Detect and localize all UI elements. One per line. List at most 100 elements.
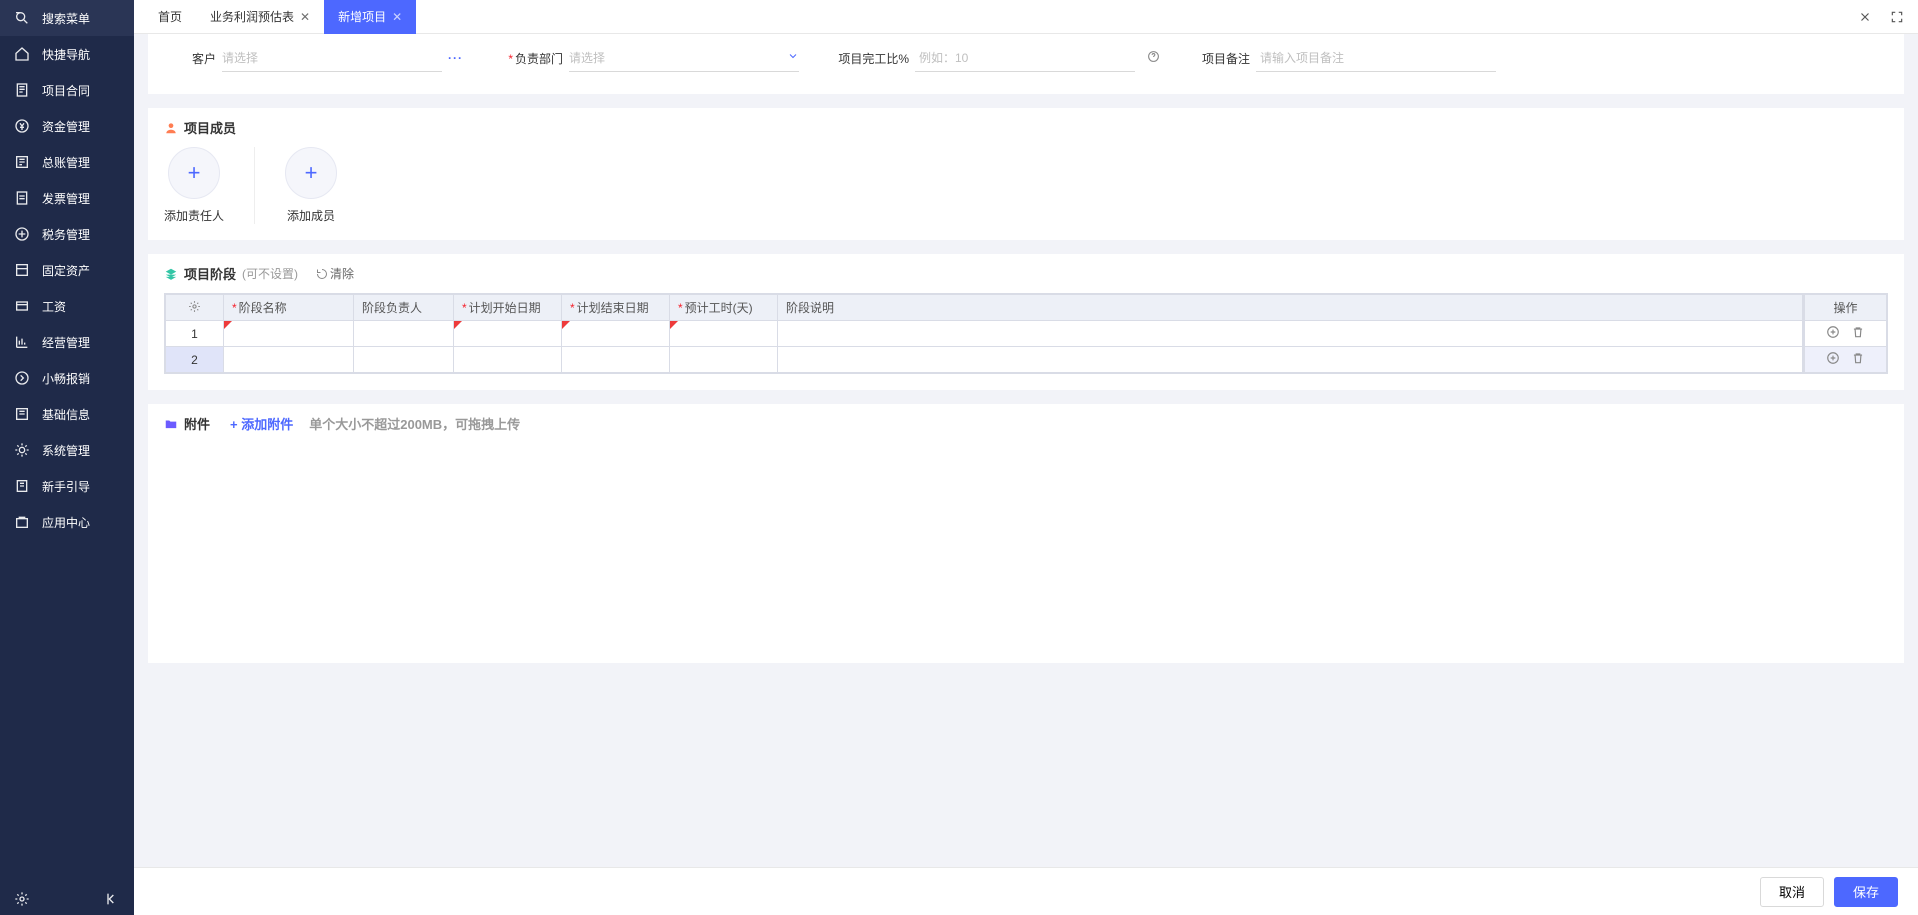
remark-input[interactable] (1256, 44, 1496, 72)
add-row-icon[interactable] (1826, 351, 1841, 366)
sidebar-item-project-contract[interactable]: 项目合同 (0, 72, 134, 108)
delete-row-icon[interactable] (1850, 325, 1865, 340)
doc-icon (14, 82, 30, 98)
field-label: 客户 (164, 50, 216, 67)
add-owner: + 添加责任人 (164, 147, 224, 224)
app-icon (14, 514, 30, 530)
phase-grid: *阶段名称 阶段负责人 *计划开始日期 *计划结束日期 *预计工时(天) 阶段说… (164, 293, 1888, 374)
cancel-button[interactable]: 取消 (1760, 877, 1824, 907)
cell-desc[interactable] (778, 347, 1803, 373)
add-owner-label: 添加责任人 (164, 207, 224, 224)
cell-phase-name[interactable] (224, 321, 354, 347)
sidebar-item-label: 应用中心 (42, 514, 90, 531)
sidebar-item-salary[interactable]: 工资 (0, 288, 134, 324)
cell-desc[interactable] (778, 321, 1803, 347)
sidebar-item-basicinfo[interactable]: 基础信息 (0, 396, 134, 432)
cell-start-date[interactable] (454, 321, 562, 347)
close-icon[interactable]: ✕ (300, 0, 310, 34)
field-label: 项目完工比% (829, 50, 909, 67)
system-icon (14, 442, 30, 458)
close-icon[interactable]: ✕ (392, 0, 402, 34)
table-row (1805, 321, 1887, 347)
sidebar-item-label: 基础信息 (42, 406, 90, 423)
tab-home[interactable]: 首页 (144, 0, 196, 34)
sidebar-item-appcenter[interactable]: 应用中心 (0, 504, 134, 540)
section-title-text: 项目成员 (184, 118, 236, 137)
salary-icon (14, 298, 30, 314)
cell-days[interactable] (670, 347, 778, 373)
phase-ops-table: 操作 (1804, 294, 1887, 373)
attachment-panel: 附件 + 添加附件 单个大小不超过200MB，可拖拽上传 (148, 404, 1904, 663)
sidebar-item-system[interactable]: 系统管理 (0, 432, 134, 468)
sidebar-item-label: 固定资产 (42, 262, 90, 279)
tab-label: 首页 (158, 0, 182, 34)
sidebar-item-label: 快捷导航 (42, 46, 90, 63)
sidebar-item-reimburse[interactable]: 小畅报销 (0, 360, 134, 396)
dept-select[interactable]: 请选择 (569, 44, 799, 72)
field-dept: *负责部门 请选择 (493, 44, 799, 72)
sidebar: 搜索菜单 快捷导航 项目合同 资金管理 总账管理 发票管理 税务管理 固定资产 (0, 0, 134, 915)
th-desc: 阶段说明 (778, 295, 1803, 321)
add-attachment-button[interactable]: + 添加附件 (230, 414, 293, 433)
select-placeholder: 请选择 (569, 49, 605, 66)
chart-icon (14, 334, 30, 350)
add-owner-button[interactable]: + (168, 147, 220, 199)
cell-phase-owner[interactable] (354, 321, 454, 347)
sidebar-item-quicknav[interactable]: 快捷导航 (0, 36, 134, 72)
th-phase-owner: 阶段负责人 (354, 295, 454, 321)
close-all-icon[interactable] (1852, 4, 1878, 30)
sidebar-item-fund[interactable]: 资金管理 (0, 108, 134, 144)
more-icon[interactable]: ··· (448, 51, 463, 65)
sidebar-item-label: 发票管理 (42, 190, 90, 207)
sidebar-item-label: 项目合同 (42, 82, 90, 99)
save-button[interactable]: 保存 (1834, 877, 1898, 907)
attachment-hint: 单个大小不超过200MB，可拖拽上传 (309, 414, 520, 433)
select-placeholder: 请选择 (222, 49, 258, 66)
main: 首页 业务利润预估表 ✕ 新增项目 ✕ 客户 (134, 0, 1918, 915)
field-label: *负责部门 (493, 50, 563, 67)
section-subtitle: (可不设置) (242, 265, 298, 282)
tax-icon (14, 226, 30, 242)
th-ops: 操作 (1805, 295, 1887, 321)
sidebar-item-search[interactable]: 搜索菜单 (0, 0, 134, 36)
cell-phase-owner[interactable] (354, 347, 454, 373)
customer-select[interactable]: 请选择 (222, 44, 442, 72)
sidebar-item-ledger[interactable]: 总账管理 (0, 144, 134, 180)
sidebar-item-label: 搜索菜单 (42, 10, 90, 27)
cell-days[interactable] (670, 321, 778, 347)
collapse-icon[interactable] (104, 891, 120, 907)
phase-table: *阶段名称 阶段负责人 *计划开始日期 *计划结束日期 *预计工时(天) 阶段说… (165, 294, 1803, 373)
sidebar-item-invoice[interactable]: 发票管理 (0, 180, 134, 216)
cell-start-date[interactable] (454, 347, 562, 373)
sidebar-item-label: 总账管理 (42, 154, 90, 171)
tab-new-project[interactable]: 新增项目 ✕ (324, 0, 416, 34)
tab-profit-estimate[interactable]: 业务利润预估表 ✕ (196, 0, 324, 34)
cell-phase-name[interactable] (224, 347, 354, 373)
sidebar-item-label: 系统管理 (42, 442, 90, 459)
form-panel: 客户 请选择 ··· *负责部门 请选择 项目完工 (148, 34, 1904, 94)
th-settings[interactable] (166, 295, 224, 321)
add-row-icon[interactable] (1826, 325, 1841, 340)
cell-end-date[interactable] (562, 321, 670, 347)
sidebar-item-operation[interactable]: 经营管理 (0, 324, 134, 360)
tabbar: 首页 业务利润预估表 ✕ 新增项目 ✕ (134, 0, 1918, 34)
guide-icon (14, 478, 30, 494)
sidebar-item-tax[interactable]: 税务管理 (0, 216, 134, 252)
cell-end-date[interactable] (562, 347, 670, 373)
progress-input[interactable] (915, 44, 1135, 72)
info-icon (14, 406, 30, 422)
phase-panel: 项目阶段 (可不设置) 清除 (148, 254, 1904, 390)
add-member-button[interactable]: + (285, 147, 337, 199)
ledger-icon (14, 154, 30, 170)
layers-icon (164, 267, 178, 281)
members-panel: 项目成员 + 添加责任人 + 添加成员 (148, 108, 1904, 240)
chevron-down-icon (787, 50, 799, 65)
sidebar-item-guide[interactable]: 新手引导 (0, 468, 134, 504)
help-icon[interactable] (1147, 50, 1160, 66)
fullscreen-icon[interactable] (1884, 4, 1910, 30)
clear-button[interactable]: 清除 (316, 265, 354, 282)
delete-row-icon[interactable] (1850, 351, 1865, 366)
sidebar-footer (0, 883, 134, 915)
sidebar-item-fixedasset[interactable]: 固定资产 (0, 252, 134, 288)
gear-icon[interactable] (14, 891, 30, 907)
